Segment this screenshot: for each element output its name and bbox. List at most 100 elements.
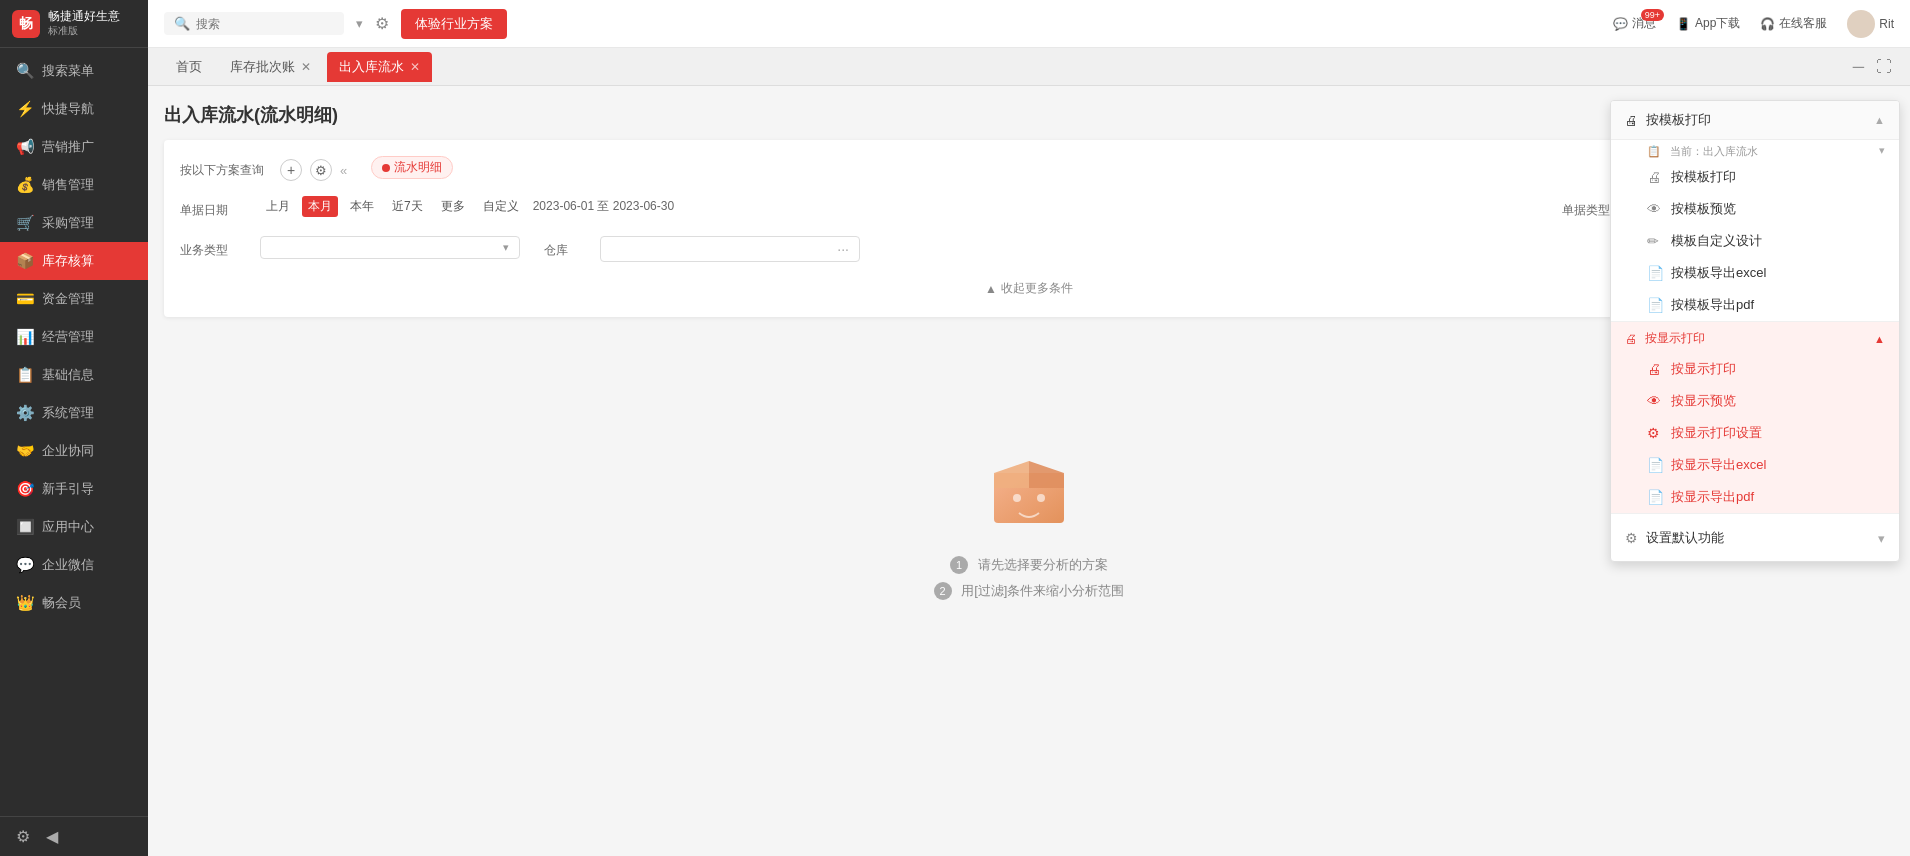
excel-item-icon: 📄 xyxy=(1647,265,1663,281)
date-shortcuts: 上月 本月 本年 近7天 更多 自定义 xyxy=(260,196,525,217)
dropdown-item-template-export-pdf[interactable]: 📄 按模板导出pdf xyxy=(1611,289,1899,321)
sidebar-collapse-icon[interactable]: ◀ xyxy=(46,827,58,846)
sidebar-item-enterprise-wechat[interactable]: 💬 企业微信 xyxy=(0,546,148,584)
date-shortcut-more[interactable]: 更多 xyxy=(435,196,471,217)
tab-inventory-batch-close[interactable]: ✕ xyxy=(301,60,311,74)
svg-point-4 xyxy=(1037,494,1045,502)
display-print-icon: 🖨 xyxy=(1647,361,1663,377)
doc-type-label: 单据类型 xyxy=(1562,196,1610,224)
sidebar-nav: 🔍 搜索菜单 ⚡ 快捷导航 📢 营销推广 💰 销售管理 🛒 采购管理 📦 库存核… xyxy=(0,48,148,816)
tabs-maximize-icon[interactable]: ⛶ xyxy=(1874,56,1894,78)
dropdown-item-template-print[interactable]: 🖨 按模板打印 xyxy=(1611,161,1899,193)
search-bar[interactable]: 🔍 xyxy=(164,12,344,35)
dropdown-item-display-print-settings[interactable]: ⚙ 按显示打印设置 xyxy=(1611,417,1899,449)
member-icon: 👑 xyxy=(16,594,34,612)
custom-item-icon: ✏ xyxy=(1647,233,1663,249)
operations-icon: 📊 xyxy=(16,328,34,346)
dropdown-collapse-button[interactable]: ▲ xyxy=(1874,114,1885,126)
sidebar-item-search[interactable]: 🔍 搜索菜单 xyxy=(0,52,148,90)
filter-collapse-icon[interactable]: « xyxy=(340,163,347,178)
trial-button[interactable]: 体验行业方案 xyxy=(401,9,507,39)
set-default-icon: ⚙ xyxy=(1625,530,1638,546)
pdf-item-icon: 📄 xyxy=(1647,297,1663,313)
dropdown-item-display-export-pdf[interactable]: 📄 按显示导出pdf xyxy=(1611,481,1899,513)
date-shortcut-this-year[interactable]: 本年 xyxy=(344,196,380,217)
tab-inventory-flow[interactable]: 出入库流水 ✕ xyxy=(327,52,432,82)
dropdown-current-label: 📋 当前：出入库流水 ▾ xyxy=(1611,140,1899,161)
date-shortcut-7days[interactable]: 近7天 xyxy=(386,196,429,217)
search-bar-icon: 🔍 xyxy=(174,16,190,31)
sidebar-item-app-center[interactable]: 🔲 应用中心 xyxy=(0,508,148,546)
sales-icon: 💰 xyxy=(16,176,34,194)
date-shortcut-last-month[interactable]: 上月 xyxy=(260,196,296,217)
tab-inventory-flow-close[interactable]: ✕ xyxy=(410,60,420,74)
warehouse-label: 仓库 xyxy=(544,236,568,264)
sidebar-item-quick-nav[interactable]: ⚡ 快捷导航 xyxy=(0,90,148,128)
sidebar-item-inventory[interactable]: 📦 库存核算 xyxy=(0,242,148,280)
display-settings-icon: ⚙ xyxy=(1647,425,1663,441)
user-profile[interactable]: Rit xyxy=(1847,10,1894,38)
dropdown-set-default-button[interactable]: ⚙ 设置默认功能 ▾ xyxy=(1625,522,1885,554)
finance-icon: 💳 xyxy=(16,290,34,308)
tab-home[interactable]: 首页 xyxy=(164,52,214,82)
message-button[interactable]: 💬 消息 99+ xyxy=(1613,15,1656,32)
quick-nav-icon: ⚡ xyxy=(16,100,34,118)
date-shortcut-custom[interactable]: 自定义 xyxy=(477,196,525,217)
sidebar-item-marketing[interactable]: 📢 营销推广 xyxy=(0,128,148,166)
display-section-arrow[interactable]: ▲ xyxy=(1874,333,1885,345)
svg-point-3 xyxy=(1013,494,1021,502)
dropdown-header: 🖨 按模板打印 ▲ xyxy=(1611,101,1899,140)
dropdown-item-template-export-excel[interactable]: 📄 按模板导出excel xyxy=(1611,257,1899,289)
warehouse-more-icon[interactable]: ··· xyxy=(837,241,849,257)
dropdown-item-display-export-excel[interactable]: 📄 按显示导出excel xyxy=(1611,449,1899,481)
guide-icon: 🎯 xyxy=(16,480,34,498)
dropdown-section-template: 🖨 按模板打印 👁 按模板预览 ✏ 模板自定义设计 📄 按模板导出excel 📄… xyxy=(1611,161,1899,322)
sidebar-item-purchase[interactable]: 🛒 采购管理 xyxy=(0,204,148,242)
app-center-icon: 🔲 xyxy=(16,518,34,536)
sidebar-item-sales[interactable]: 💰 销售管理 xyxy=(0,166,148,204)
dropdown-section-display: 🖨 按显示打印 ▲ 🖨 按显示打印 👁 按显示预览 ⚙ 按显示打印设置 📄 按显… xyxy=(1611,322,1899,514)
date-shortcut-this-month[interactable]: 本月 xyxy=(302,196,338,217)
header-dropdown-icon[interactable]: ▾ xyxy=(356,16,363,31)
footer-arrow-icon: ▾ xyxy=(1878,531,1885,546)
dropdown-item-display-print[interactable]: 🖨 按显示打印 xyxy=(1611,353,1899,385)
top-header: 🔍 ▾ ⚙ 体验行业方案 💬 消息 99+ 📱 App下载 🎧 在线客服 xyxy=(148,0,1910,48)
sidebar-settings-icon[interactable]: ⚙ xyxy=(16,827,30,846)
search-input[interactable] xyxy=(196,17,326,31)
business-type-select[interactable]: ▾ xyxy=(260,236,520,259)
sidebar-item-cooperation[interactable]: 🤝 企业协同 xyxy=(0,432,148,470)
header-settings-icon[interactable]: ⚙ xyxy=(375,14,389,33)
warehouse-select[interactable]: ··· xyxy=(600,236,860,262)
sidebar-item-system[interactable]: ⚙️ 系统管理 xyxy=(0,394,148,432)
sidebar-item-finance[interactable]: 💳 资金管理 xyxy=(0,280,148,318)
enterprise-wechat-icon: 💬 xyxy=(16,556,34,574)
sidebar: 畅 畅捷通好生意 标准版 🔍 搜索菜单 ⚡ 快捷导航 📢 营销推广 💰 销售管理… xyxy=(0,0,148,856)
dropdown-scroll: 🖨 按模板打印 ▲ 📋 当前：出入库流水 ▾ 🖨 按模板打印 👁 按模板预览 ✏… xyxy=(1611,101,1899,561)
dropdown-footer: ⚙ 设置默认功能 ▾ xyxy=(1611,514,1899,561)
tabs-minimize-icon[interactable]: ─ xyxy=(1851,56,1866,78)
user-avatar xyxy=(1847,10,1875,38)
logo-text: 畅捷通好生意 标准版 xyxy=(48,9,120,39)
sidebar-item-basics[interactable]: 📋 基础信息 xyxy=(0,356,148,394)
print-item-icon: 🖨 xyxy=(1647,169,1663,185)
empty-icon xyxy=(969,433,1089,536)
sidebar-item-member[interactable]: 👑 畅会员 xyxy=(0,584,148,622)
dropdown-item-template-preview[interactable]: 👁 按模板预览 xyxy=(1611,193,1899,225)
display-excel-icon: 📄 xyxy=(1647,457,1663,473)
filter-condition-label: 按以下方案查询 xyxy=(180,156,264,184)
date-label: 单据日期 xyxy=(180,196,228,224)
online-service-button[interactable]: 🎧 在线客服 xyxy=(1760,15,1827,32)
filter-settings-icon[interactable]: ⚙ xyxy=(310,159,332,181)
filter-add-button[interactable]: + xyxy=(280,159,302,181)
sidebar-item-operations[interactable]: 📊 经营管理 xyxy=(0,318,148,356)
dropdown-item-template-custom[interactable]: ✏ 模板自定义设计 xyxy=(1611,225,1899,257)
tab-inventory-batch[interactable]: 库存批次账 ✕ xyxy=(218,52,323,82)
sidebar-item-guide[interactable]: 🎯 新手引导 xyxy=(0,470,148,508)
header-right: 💬 消息 99+ 📱 App下载 🎧 在线客服 Rit xyxy=(1613,10,1894,38)
dropdown-item-display-preview[interactable]: 👁 按显示预览 xyxy=(1611,385,1899,417)
app-download-button[interactable]: 📱 App下载 xyxy=(1676,15,1740,32)
svg-marker-2 xyxy=(1029,461,1064,488)
dropdown-panel: 🖨 按模板打印 ▲ 📋 当前：出入库流水 ▾ 🖨 按模板打印 👁 按模板预览 ✏… xyxy=(1610,100,1900,562)
dropdown-display-section-header[interactable]: 🖨 按显示打印 ▲ xyxy=(1611,322,1899,353)
sidebar-bottom: ⚙ ◀ xyxy=(0,816,148,856)
